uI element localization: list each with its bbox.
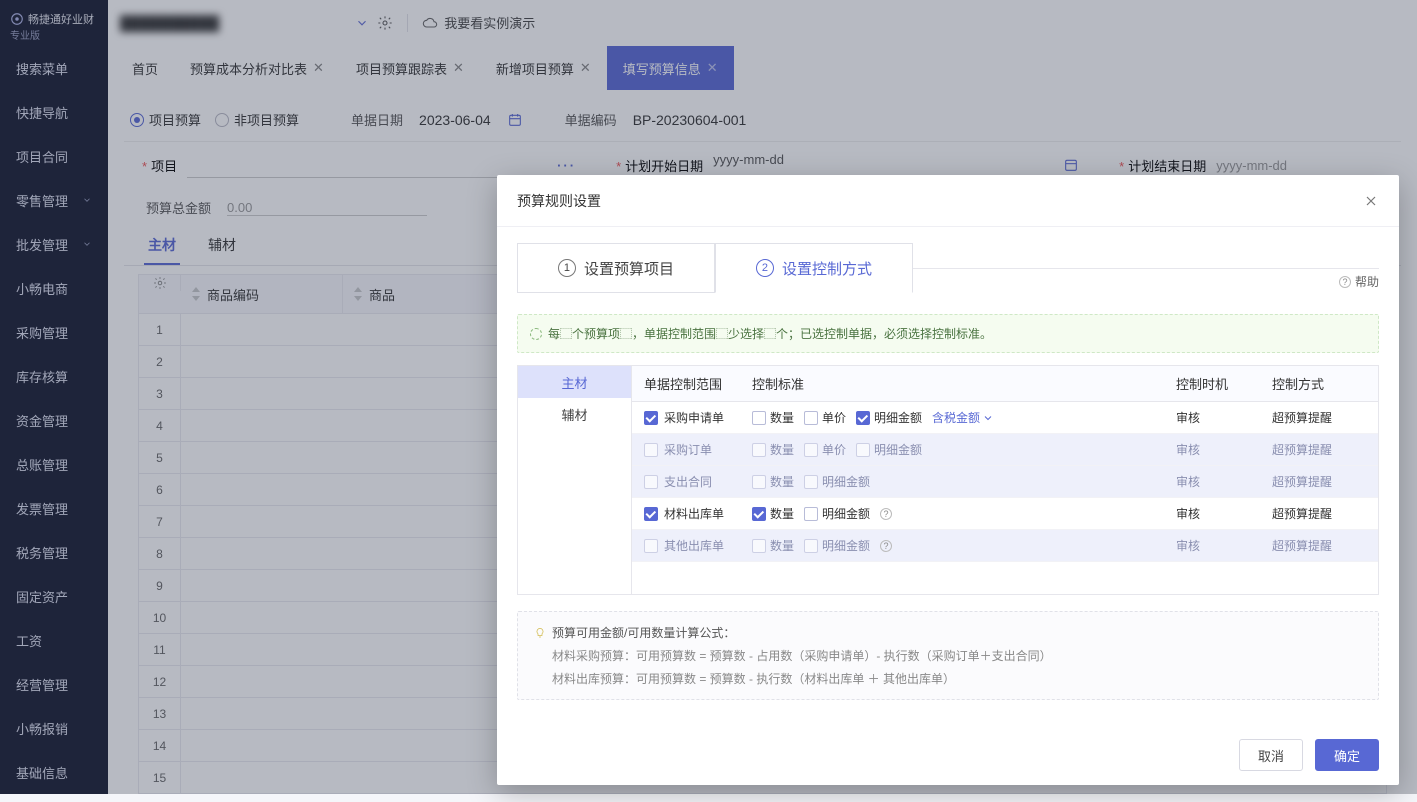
cfg-opt-1-2[interactable]: 明细金额 [856, 441, 922, 458]
cfg-opt-1-0[interactable]: 数量 [752, 441, 794, 458]
cfg-row-1: 采购订单 数量单价明细金额 审核超预算提醒 [632, 434, 1378, 466]
checkbox-icon [752, 443, 766, 457]
cfg-row-time: 审核 [1176, 473, 1272, 490]
cfg-row-mode: 超预算提醒 [1272, 441, 1378, 458]
config-category-list: 主材辅材 [518, 366, 632, 594]
cfg-row-0: 采购申请单 数量单价明细金额含税金额 审核超预算提醒 [632, 402, 1378, 434]
cfg-row-4: 其他出库单 数量明细金额? 审核超预算提醒 [632, 530, 1378, 562]
cfg-category-1[interactable]: 辅材 [518, 398, 631, 430]
config-panel: 主材辅材 单据控制范围 控制标准 控制时机 控制方式 采购申请单数量单价明细金额… [517, 365, 1379, 595]
info-icon[interactable]: ? [880, 508, 892, 520]
cfg-opt-1-1[interactable]: 单价 [804, 441, 846, 458]
cfg-row-time: 审核 [1176, 505, 1272, 522]
cfg-row-checkbox[interactable] [644, 475, 658, 489]
cfg-row-checkbox[interactable] [644, 411, 658, 425]
cfg-row-name: 其他出库单 [664, 537, 724, 554]
checkbox-icon [804, 411, 818, 425]
cfg-row-mode: 超预算提醒 [1272, 537, 1378, 554]
checkbox-icon [804, 443, 818, 457]
cfg-row-checkbox[interactable] [644, 539, 658, 553]
cfg-row-mode: 超预算提醒 [1272, 409, 1378, 426]
cfg-row-mode: 超预算提醒 [1272, 473, 1378, 490]
formula-box: 预算可用金额/可用数量计算公式： 材料采购预算：可用预算数 = 预算数 - 占用… [517, 611, 1379, 700]
checkbox-icon [752, 507, 766, 521]
config-header: 单据控制范围 控制标准 控制时机 控制方式 [632, 366, 1378, 402]
checkbox-icon [752, 411, 766, 425]
checkbox-icon [856, 411, 870, 425]
cfg-category-0[interactable]: 主材 [518, 366, 631, 398]
col-control-standard: 控制标准 [742, 374, 1176, 393]
cfg-row-3: 材料出库单 数量明细金额? 审核超预算提醒 [632, 498, 1378, 530]
cfg-row-time: 审核 [1176, 441, 1272, 458]
cfg-opt-0-2[interactable]: 明细金额 [856, 409, 922, 426]
help-link[interactable]: ?帮助 [1339, 273, 1379, 290]
step-2-label: 设置控制方式 [782, 258, 872, 279]
hint-box: 每⬚个预算项⬚，单据控制范围⬚少选择⬚个；已选控制单据，必须选择控制标准。 [517, 314, 1379, 353]
cancel-button[interactable]: 取消 [1239, 739, 1303, 771]
cfg-opt-3-1[interactable]: 明细金额 [804, 505, 870, 522]
cfg-extra-dropdown[interactable]: 含税金额 [932, 409, 994, 426]
cfg-row-2: 支出合同 数量明细金额 审核超预算提醒 [632, 466, 1378, 498]
cfg-opt-3-0[interactable]: 数量 [752, 505, 794, 522]
col-control-mode: 控制方式 [1272, 374, 1378, 393]
hint-icon [530, 328, 542, 340]
col-control-time: 控制时机 [1176, 374, 1272, 393]
ok-button[interactable]: 确定 [1315, 739, 1379, 771]
cfg-row-name: 支出合同 [664, 473, 712, 490]
cfg-opt-0-1[interactable]: 单价 [804, 409, 846, 426]
chevron-down-icon [982, 412, 994, 424]
hint-text: 每⬚个预算项⬚，单据控制范围⬚少选择⬚个；已选控制单据，必须选择控制标准。 [548, 327, 992, 341]
col-doc-scope: 单据控制范围 [632, 374, 742, 393]
info-icon[interactable]: ? [880, 540, 892, 552]
step-1-label: 设置预算项目 [584, 258, 674, 279]
cfg-opt-0-0[interactable]: 数量 [752, 409, 794, 426]
close-icon[interactable] [1363, 193, 1379, 209]
cfg-opt-2-1[interactable]: 明细金额 [804, 473, 870, 490]
budget-rule-modal: 预算规则设置 1设置预算项目 2设置控制方式 ?帮助 每⬚个预算项⬚，单据控制范… [497, 175, 1399, 785]
cfg-opt-2-0[interactable]: 数量 [752, 473, 794, 490]
checkbox-icon [804, 507, 818, 521]
formula-line-2: 材料出库预算：可用预算数 = 预算数 - 执行数（材料出库单 ＋ 其他出库单） [534, 670, 1362, 687]
cfg-row-time: 审核 [1176, 537, 1272, 554]
cfg-row-name: 采购订单 [664, 441, 712, 458]
formula-title: 预算可用金额/可用数量计算公式： [552, 624, 735, 641]
checkbox-icon [752, 539, 766, 553]
cfg-row-checkbox[interactable] [644, 507, 658, 521]
formula-line-1: 材料采购预算：可用预算数 = 预算数 - 占用数（采购申请单）- 执行数（采购订… [534, 647, 1362, 664]
cfg-row-mode: 超预算提醒 [1272, 505, 1378, 522]
checkbox-icon [804, 475, 818, 489]
cfg-opt-4-1[interactable]: 明细金额 [804, 537, 870, 554]
cfg-row-time: 审核 [1176, 409, 1272, 426]
step-divider [913, 268, 1379, 269]
modal-title: 预算规则设置 [517, 191, 601, 211]
checkbox-icon [804, 539, 818, 553]
step-tab-2[interactable]: 2设置控制方式 [715, 243, 913, 293]
checkbox-icon [752, 475, 766, 489]
checkbox-icon [856, 443, 870, 457]
cfg-row-checkbox[interactable] [644, 443, 658, 457]
cfg-row-name: 材料出库单 [664, 505, 724, 522]
bulb-icon [534, 627, 546, 639]
cfg-row-name: 采购申请单 [664, 409, 724, 426]
cfg-opt-4-0[interactable]: 数量 [752, 537, 794, 554]
